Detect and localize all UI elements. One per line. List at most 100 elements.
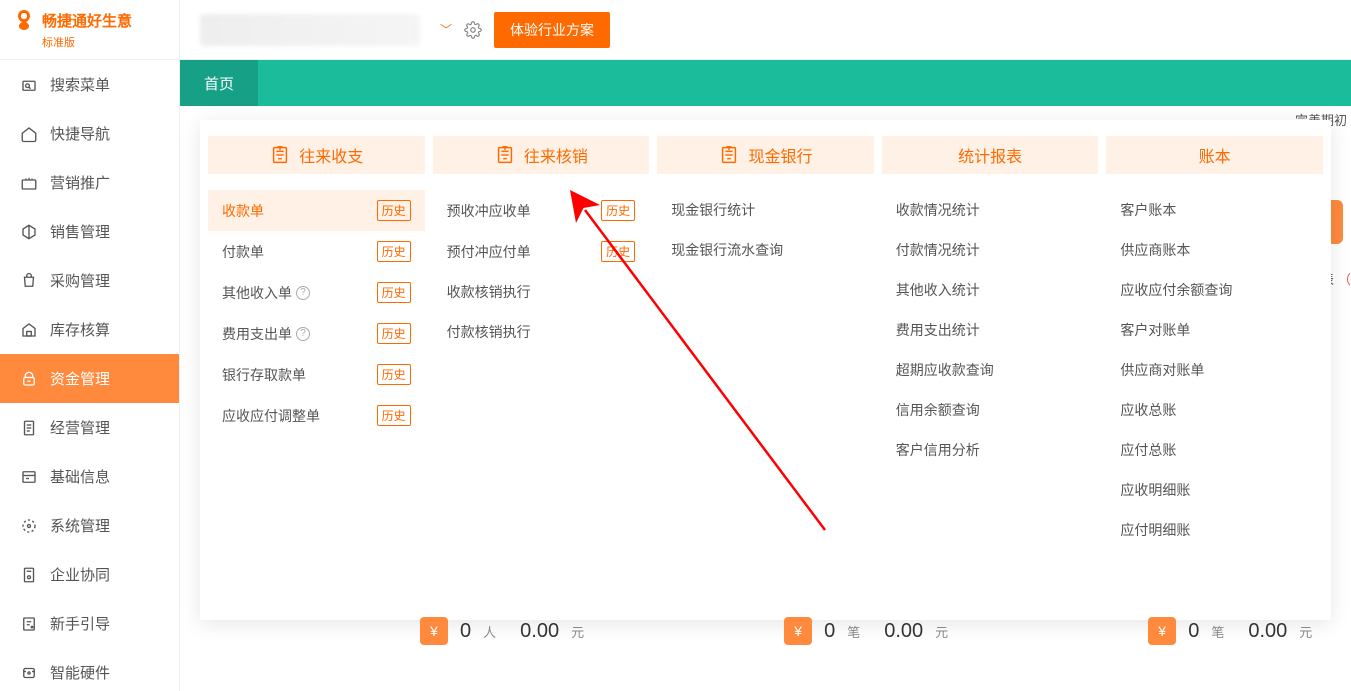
logo-icon xyxy=(12,8,36,32)
mega-item[interactable]: 应收应付余额查询 xyxy=(1106,270,1323,310)
sidebar-item-label: 智能硬件 xyxy=(50,662,110,683)
bottom-kpi-strip: ¥0人0.00元¥0笔0.00元¥0笔0.00元 xyxy=(380,601,1331,661)
mega-item[interactable]: 其他收入统计 xyxy=(882,270,1099,310)
sidebar-item-inventory[interactable]: 库存核算 xyxy=(0,305,179,354)
mega-item-label: 银行存取款单 xyxy=(222,365,306,385)
mega-item[interactable]: 客户信用分析 xyxy=(882,430,1099,470)
history-tag[interactable]: 历史 xyxy=(377,282,411,303)
sidebar-item-search[interactable]: 搜索菜单 xyxy=(0,60,179,109)
help-icon[interactable]: ? xyxy=(296,286,310,300)
mega-item-label: 现金银行统计 xyxy=(671,200,755,220)
sidebar-item-label: 采购管理 xyxy=(50,270,110,291)
mega-column-0: 往来收支收款单历史付款单历史其他收入单?历史费用支出单?历史银行存取款单历史应收… xyxy=(208,136,425,590)
kpi-amount: 0.00 xyxy=(884,620,923,643)
main: ﹀ 体验行业方案 首页 完善期初 统计表（ 务员） 报 > 往来收支收款单历史付… xyxy=(180,0,1351,691)
mega-item[interactable]: 付款情况统计 xyxy=(882,230,1099,270)
try-solution-button[interactable]: 体验行业方案 xyxy=(494,12,610,48)
mega-item[interactable]: 超期应收款查询 xyxy=(882,350,1099,390)
mega-item[interactable]: 预付冲应付单 历史 xyxy=(433,231,650,272)
mega-item-label: 应收应付调整单 xyxy=(222,406,320,426)
mega-item[interactable]: 费用支出单?历史 xyxy=(208,313,425,354)
sidebar-item-funds[interactable]: 资金管理 xyxy=(0,354,179,403)
mega-item[interactable]: 预收冲应收单历史 xyxy=(433,190,650,231)
sidebar-item-quicknav[interactable]: 快捷导航 xyxy=(0,109,179,158)
mega-item[interactable]: 应收应付调整单 历史 xyxy=(208,395,425,436)
sidebar-item-sales[interactable]: 销售管理 xyxy=(0,207,179,256)
basic-icon xyxy=(20,468,38,486)
mega-item-label: 超期应收款查询 xyxy=(896,360,994,380)
history-tag[interactable]: 历史 xyxy=(377,241,411,262)
mega-panel: 往来收支收款单历史付款单历史其他收入单?历史费用支出单?历史银行存取款单历史应收… xyxy=(200,120,1331,620)
kpi-unit2: 元 xyxy=(571,622,584,641)
mega-column-2: 现金银行现金银行统计现金银行流水查询 xyxy=(657,136,874,590)
kpi-count: 0 xyxy=(460,620,471,643)
sidebar-item-operation[interactable]: 经营管理 xyxy=(0,403,179,452)
kpi-1: ¥0笔0.00元 xyxy=(784,617,948,645)
mega-column-header: 往来核销 xyxy=(433,136,650,174)
mega-item[interactable]: 信用余额查询 xyxy=(882,390,1099,430)
help-icon[interactable]: ? xyxy=(296,327,310,341)
sidebar: 畅捷通好生意 标准版 搜索菜单快捷导航营销推广销售管理采购管理库存核算资金管理经… xyxy=(0,0,180,691)
purchase-icon xyxy=(20,272,38,290)
sidebar-item-basic[interactable]: 基础信息 xyxy=(0,452,179,501)
mega-item[interactable]: 其他收入单?历史 xyxy=(208,272,425,313)
kpi-amount: 0.00 xyxy=(1248,620,1287,643)
mega-column-title: 账本 xyxy=(1199,143,1231,167)
sidebar-item-guide[interactable]: 新手引导 xyxy=(0,599,179,648)
sidebar-item-system[interactable]: 系统管理 xyxy=(0,501,179,550)
history-tag[interactable]: 历史 xyxy=(377,200,411,221)
mega-item[interactable]: 应付总账 xyxy=(1106,430,1323,470)
mega-item[interactable]: 费用支出统计 xyxy=(882,310,1099,350)
mega-item[interactable]: 供应商账本 xyxy=(1106,230,1323,270)
sidebar-item-label: 快捷导航 xyxy=(50,123,110,144)
mega-item[interactable]: 银行存取款单 历史 xyxy=(208,354,425,395)
mega-item[interactable]: 应收明细账 xyxy=(1106,470,1323,510)
mega-item[interactable]: 收款单历史 xyxy=(208,190,425,231)
sidebar-item-marketing[interactable]: 营销推广 xyxy=(0,158,179,207)
mega-item[interactable]: 付款单历史 xyxy=(208,231,425,272)
mega-column-title: 往来核销 xyxy=(524,143,588,167)
collab-icon xyxy=(20,566,38,584)
mega-column-header: 统计报表 xyxy=(882,136,1099,174)
tab-home[interactable]: 首页 xyxy=(180,60,258,106)
sidebar-item-label: 销售管理 xyxy=(50,221,110,242)
logo-edition: 标准版 xyxy=(42,34,167,50)
history-tag[interactable]: 历史 xyxy=(377,364,411,385)
mega-item-label: 客户信用分析 xyxy=(896,440,980,460)
column-doc-icon xyxy=(269,144,291,166)
settings-gear-icon[interactable] xyxy=(464,21,482,39)
sidebar-item-purchase[interactable]: 采购管理 xyxy=(0,256,179,305)
kpi-unit1: 人 xyxy=(483,622,496,641)
kpi-count: 0 xyxy=(1188,620,1199,643)
mega-item[interactable]: 客户账本 xyxy=(1106,190,1323,230)
mega-item[interactable]: 收款情况统计 xyxy=(882,190,1099,230)
mega-item-label: 预付冲应付单 xyxy=(447,242,531,262)
column-doc-icon xyxy=(494,144,516,166)
sidebar-item-hardware[interactable]: 智能硬件 xyxy=(0,648,179,691)
mega-column-4: 账本客户账本供应商账本应收应付余额查询客户对账单供应商对账单应收总账应付总账应收… xyxy=(1106,136,1323,590)
mega-item[interactable]: 现金银行统计 xyxy=(657,190,874,230)
mega-item-label: 现金银行流水查询 xyxy=(671,240,783,260)
kpi-unit1: 笔 xyxy=(847,622,860,641)
kpi-amount: 0.00 xyxy=(520,620,559,643)
mega-item[interactable]: 现金银行流水查询 xyxy=(657,230,874,270)
mega-item-label: 客户账本 xyxy=(1120,200,1176,220)
logo-area: 畅捷通好生意 标准版 xyxy=(0,0,179,60)
history-tag[interactable]: 历史 xyxy=(601,241,635,262)
mega-item[interactable]: 付款核销执行 xyxy=(433,312,650,352)
history-tag[interactable]: 历史 xyxy=(377,405,411,426)
inventory-icon xyxy=(20,321,38,339)
mega-item-label: 供应商账本 xyxy=(1120,240,1190,260)
mega-item[interactable]: 供应商对账单 xyxy=(1106,350,1323,390)
company-dropdown-caret[interactable]: ﹀ xyxy=(440,21,452,38)
sidebar-item-label: 企业协同 xyxy=(50,564,110,585)
history-tag[interactable]: 历史 xyxy=(601,200,635,221)
mega-item[interactable]: 客户对账单 xyxy=(1106,310,1323,350)
mega-item[interactable]: 应收总账 xyxy=(1106,390,1323,430)
mega-item[interactable]: 应付明细账 xyxy=(1106,510,1323,550)
mega-item[interactable]: 收款核销执行 xyxy=(433,272,650,312)
marketing-icon xyxy=(20,174,38,192)
mega-item-label: 费用支出统计 xyxy=(896,320,980,340)
history-tag[interactable]: 历史 xyxy=(377,323,411,344)
sidebar-item-collab[interactable]: 企业协同 xyxy=(0,550,179,599)
